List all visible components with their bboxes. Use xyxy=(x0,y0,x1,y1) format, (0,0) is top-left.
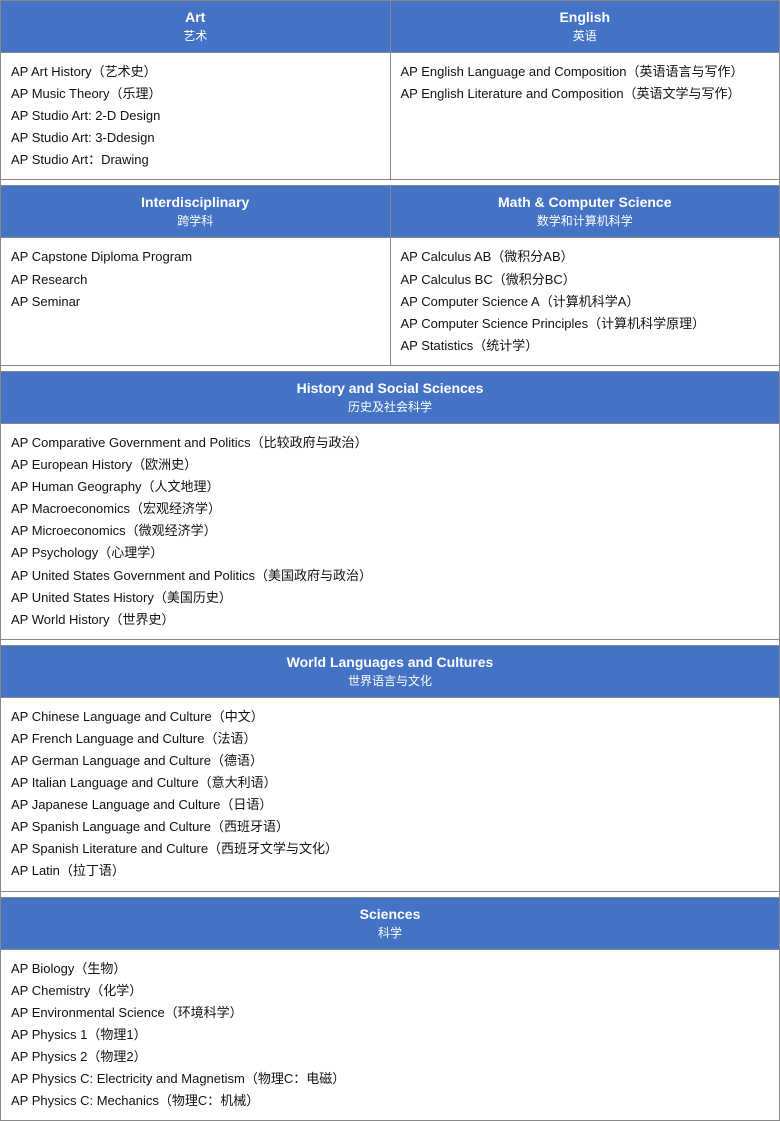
history-title-zh: 历史及社会科学 xyxy=(7,398,773,415)
list-item: AP Macroeconomics（宏观经济学） xyxy=(11,498,769,520)
list-item: AP Psychology（心理学） xyxy=(11,542,769,564)
list-item: AP Italian Language and Culture（意大利语） xyxy=(11,772,769,794)
list-item: AP Research xyxy=(11,269,380,291)
english-title-zh: 英语 xyxy=(397,27,774,44)
math-cs-content: AP Calculus AB（微积分AB） AP Calculus BC（微积分… xyxy=(390,238,780,365)
list-item: AP Microeconomics（微观经济学） xyxy=(11,520,769,542)
interdisciplinary-content: AP Capstone Diploma Program AP Research … xyxy=(1,238,391,365)
list-item: AP European History（欧洲史） xyxy=(11,454,769,476)
list-item: AP United States Government and Politics… xyxy=(11,565,769,587)
art-title-en: Art xyxy=(7,9,384,25)
list-item: AP Comparative Government and Politics（比… xyxy=(11,432,769,454)
history-header: History and Social Sciences 历史及社会科学 xyxy=(1,371,780,423)
math-cs-header: Math & Computer Science 数学和计算机科学 xyxy=(390,186,780,238)
english-title-en: English xyxy=(397,9,774,25)
world-lang-title-en: World Languages and Cultures xyxy=(7,654,773,670)
interdisciplinary-title-en: Interdisciplinary xyxy=(7,194,384,210)
english-header: English 英语 xyxy=(390,1,780,53)
list-item: AP United States History（美国历史） xyxy=(11,587,769,609)
list-item: AP Calculus BC（微积分BC） xyxy=(401,269,770,291)
list-item: AP Statistics（统计学） xyxy=(401,335,770,357)
sciences-title-en: Sciences xyxy=(7,906,773,922)
list-item: AP Music Theory（乐理） xyxy=(11,83,380,105)
list-item: AP Calculus AB（微积分AB） xyxy=(401,246,770,268)
english-content: AP English Language and Composition（英语语言… xyxy=(390,53,780,180)
list-item: AP Physics C: Electricity and Magnetism（… xyxy=(11,1068,769,1090)
art-title-zh: 艺术 xyxy=(7,27,384,44)
list-item: AP Computer Science Principles（计算机科学原理） xyxy=(401,313,770,335)
list-item: AP Physics 2（物理2） xyxy=(11,1046,769,1068)
history-title-en: History and Social Sciences xyxy=(7,380,773,396)
list-item: AP Japanese Language and Culture（日语） xyxy=(11,794,769,816)
interdisciplinary-header: Interdisciplinary 跨学科 xyxy=(1,186,391,238)
math-cs-title-zh: 数学和计算机科学 xyxy=(397,212,774,229)
list-item: AP Physics 1（物理1） xyxy=(11,1024,769,1046)
history-content: AP Comparative Government and Politics（比… xyxy=(1,423,780,639)
list-item: AP Physics C: Mechanics（物理C：机械） xyxy=(11,1090,769,1112)
list-item: AP German Language and Culture（德语） xyxy=(11,750,769,772)
list-item: AP Studio Art: 2-D Design xyxy=(11,105,380,127)
interdisciplinary-title-zh: 跨学科 xyxy=(7,212,384,229)
list-item: AP Latin（拉丁语） xyxy=(11,860,769,882)
math-cs-title-en: Math & Computer Science xyxy=(397,194,774,210)
sciences-header: Sciences 科学 xyxy=(1,897,780,949)
list-item: AP Environmental Science（环境科学） xyxy=(11,1002,769,1024)
list-item: AP World History（世界史） xyxy=(11,609,769,631)
sciences-content: AP Biology（生物） AP Chemistry（化学） AP Envir… xyxy=(1,949,780,1121)
list-item: AP Spanish Literature and Culture（西班牙文学与… xyxy=(11,838,769,860)
list-item: AP Capstone Diploma Program xyxy=(11,246,380,268)
list-item: AP French Language and Culture（法语） xyxy=(11,728,769,750)
list-item: AP Computer Science A（计算机科学A） xyxy=(401,291,770,313)
list-item: AP English Language and Composition（英语语言… xyxy=(401,61,770,83)
world-lang-content: AP Chinese Language and Culture（中文） AP F… xyxy=(1,697,780,891)
world-lang-title-zh: 世界语言与文化 xyxy=(7,672,773,689)
list-item: AP Seminar xyxy=(11,291,380,313)
list-item: AP Chinese Language and Culture（中文） xyxy=(11,706,769,728)
list-item: AP Art History（艺术史） xyxy=(11,61,380,83)
list-item: AP English Literature and Composition（英语… xyxy=(401,83,770,105)
main-table: Art 艺术 English 英语 AP Art History（艺术史） AP… xyxy=(0,0,780,1121)
sciences-title-zh: 科学 xyxy=(7,924,773,941)
list-item: AP Studio Art：Drawing xyxy=(11,149,380,171)
list-item: AP Spanish Language and Culture（西班牙语） xyxy=(11,816,769,838)
list-item: AP Studio Art: 3-Ddesign xyxy=(11,127,380,149)
list-item: AP Chemistry（化学） xyxy=(11,980,769,1002)
art-content: AP Art History（艺术史） AP Music Theory（乐理） … xyxy=(1,53,391,180)
list-item: AP Human Geography（人文地理） xyxy=(11,476,769,498)
art-header: Art 艺术 xyxy=(1,1,391,53)
list-item: AP Biology（生物） xyxy=(11,958,769,980)
world-lang-header: World Languages and Cultures 世界语言与文化 xyxy=(1,645,780,697)
